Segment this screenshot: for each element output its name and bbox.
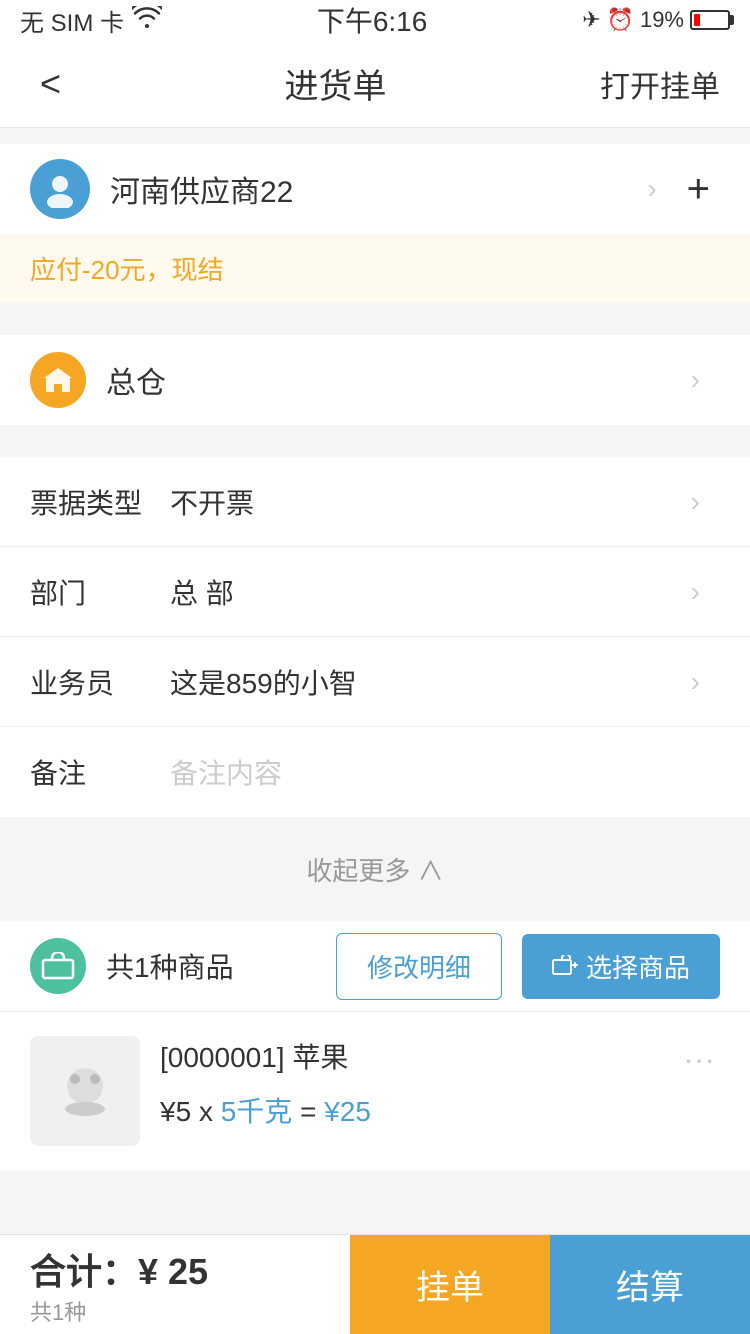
- section-gap-2: [0, 303, 750, 319]
- products-icon: [30, 938, 86, 994]
- dept-value: 总 部: [150, 572, 691, 612]
- supplier-name: 河南供应商22: [110, 167, 647, 211]
- product-qty: 5千克: [221, 1096, 293, 1127]
- main-content: 河南供应商22 › + 应付-20元，现结 总仓 › 票据类型 不开票 ›: [0, 128, 750, 1270]
- products-section: 共1种商品 修改明细 选择商品: [0, 921, 750, 1170]
- battery-percent: 19%: [640, 7, 684, 33]
- warehouse-name: 总仓: [106, 358, 691, 402]
- section-gap-1: [0, 128, 750, 144]
- dept-chevron-icon: ›: [691, 576, 700, 608]
- select-product-button[interactable]: 选择商品: [522, 934, 720, 999]
- product-code: [0000001]: [160, 1042, 285, 1073]
- select-product-label: 选择商品: [586, 948, 690, 985]
- battery-icon: [690, 10, 730, 30]
- pending-button[interactable]: 挂单: [350, 1235, 550, 1334]
- supplier-notice: 应付-20元，现结: [0, 234, 750, 303]
- product-title: 苹果: [292, 1042, 348, 1073]
- warehouse-row[interactable]: 总仓 ›: [0, 335, 750, 425]
- footer-summary: 合计：¥ 25 共1种: [0, 1243, 350, 1327]
- page-title: 进货单: [285, 59, 387, 108]
- sales-label: 业务员: [30, 662, 150, 702]
- invoice-row[interactable]: 票据类型 不开票 ›: [0, 457, 750, 547]
- edit-details-button[interactable]: 修改明细: [336, 933, 502, 1000]
- checkout-button[interactable]: 结算: [550, 1235, 750, 1334]
- footer-count: 共1种: [30, 1295, 320, 1327]
- status-right: ✈ ⏰ 19%: [582, 7, 730, 33]
- dept-row[interactable]: 部门 总 部 ›: [0, 547, 750, 637]
- total-value: ¥ 25: [138, 1251, 208, 1292]
- carrier-text: 无 SIM 卡: [20, 3, 124, 38]
- product-more-button[interactable]: ···: [678, 1036, 720, 1083]
- warehouse-icon: [30, 352, 86, 408]
- supplier-section: 河南供应商22 › + 应付-20元，现结: [0, 144, 750, 303]
- add-supplier-button[interactable]: +: [677, 162, 720, 217]
- wifi-icon: [132, 6, 162, 35]
- form-section: 票据类型 不开票 › 部门 总 部 › 业务员 这是859的小智 › 备注 备注…: [0, 457, 750, 817]
- supplier-row[interactable]: 河南供应商22 › +: [0, 144, 750, 234]
- product-name: [0000001] 苹果: [160, 1036, 658, 1076]
- location-icon: ✈: [582, 7, 600, 33]
- product-total: ¥25: [324, 1096, 371, 1127]
- warehouse-section: 总仓 ›: [0, 335, 750, 425]
- product-thumbnail: [30, 1036, 140, 1146]
- warehouse-chevron-icon: ›: [691, 364, 700, 396]
- sales-chevron-icon: ›: [691, 666, 700, 698]
- alarm-icon: ⏰: [607, 7, 634, 33]
- back-button[interactable]: <: [30, 53, 71, 115]
- products-count: 共1种商品: [106, 946, 316, 986]
- sales-row[interactable]: 业务员 这是859的小智 ›: [0, 637, 750, 727]
- section-gap-3: [0, 425, 750, 441]
- product-item: [0000001] 苹果 ¥5 x 5千克 = ¥25 ···: [0, 1011, 750, 1170]
- supplier-avatar: [30, 159, 90, 219]
- invoice-value: 不开票: [150, 482, 691, 522]
- product-unit-price: ¥5: [160, 1096, 191, 1127]
- battery-fill: [694, 14, 700, 26]
- product-price: ¥5 x 5千克 = ¥25: [160, 1090, 658, 1130]
- product-info: [0000001] 苹果 ¥5 x 5千克 = ¥25: [160, 1036, 658, 1130]
- status-bar: 无 SIM 卡 下午6:16 ✈ ⏰ 19%: [0, 0, 750, 40]
- dept-label: 部门: [30, 572, 150, 612]
- footer: 合计：¥ 25 共1种 挂单 结算: [0, 1234, 750, 1334]
- open-pending-button[interactable]: 打开挂单: [600, 62, 720, 106]
- remark-row[interactable]: 备注 备注内容: [0, 727, 750, 817]
- status-left: 无 SIM 卡: [20, 3, 162, 38]
- nav-bar: < 进货单 打开挂单: [0, 40, 750, 128]
- total-label: 合计：: [30, 1251, 138, 1292]
- footer-total: 合计：¥ 25: [30, 1243, 320, 1295]
- sales-value: 这是859的小智: [150, 662, 691, 702]
- section-gap-4: [0, 905, 750, 921]
- supplier-chevron-icon: ›: [647, 173, 656, 205]
- remark-label: 备注: [30, 752, 150, 792]
- collapse-bar[interactable]: 收起更多 ∧: [0, 833, 750, 905]
- remark-input[interactable]: 备注内容: [150, 752, 720, 792]
- invoice-chevron-icon: ›: [691, 486, 700, 518]
- products-header: 共1种商品 修改明细 选择商品: [0, 921, 750, 1011]
- status-time: 下午6:16: [317, 0, 428, 40]
- collapse-label: 收起更多 ∧: [306, 851, 443, 888]
- invoice-label: 票据类型: [30, 482, 150, 522]
